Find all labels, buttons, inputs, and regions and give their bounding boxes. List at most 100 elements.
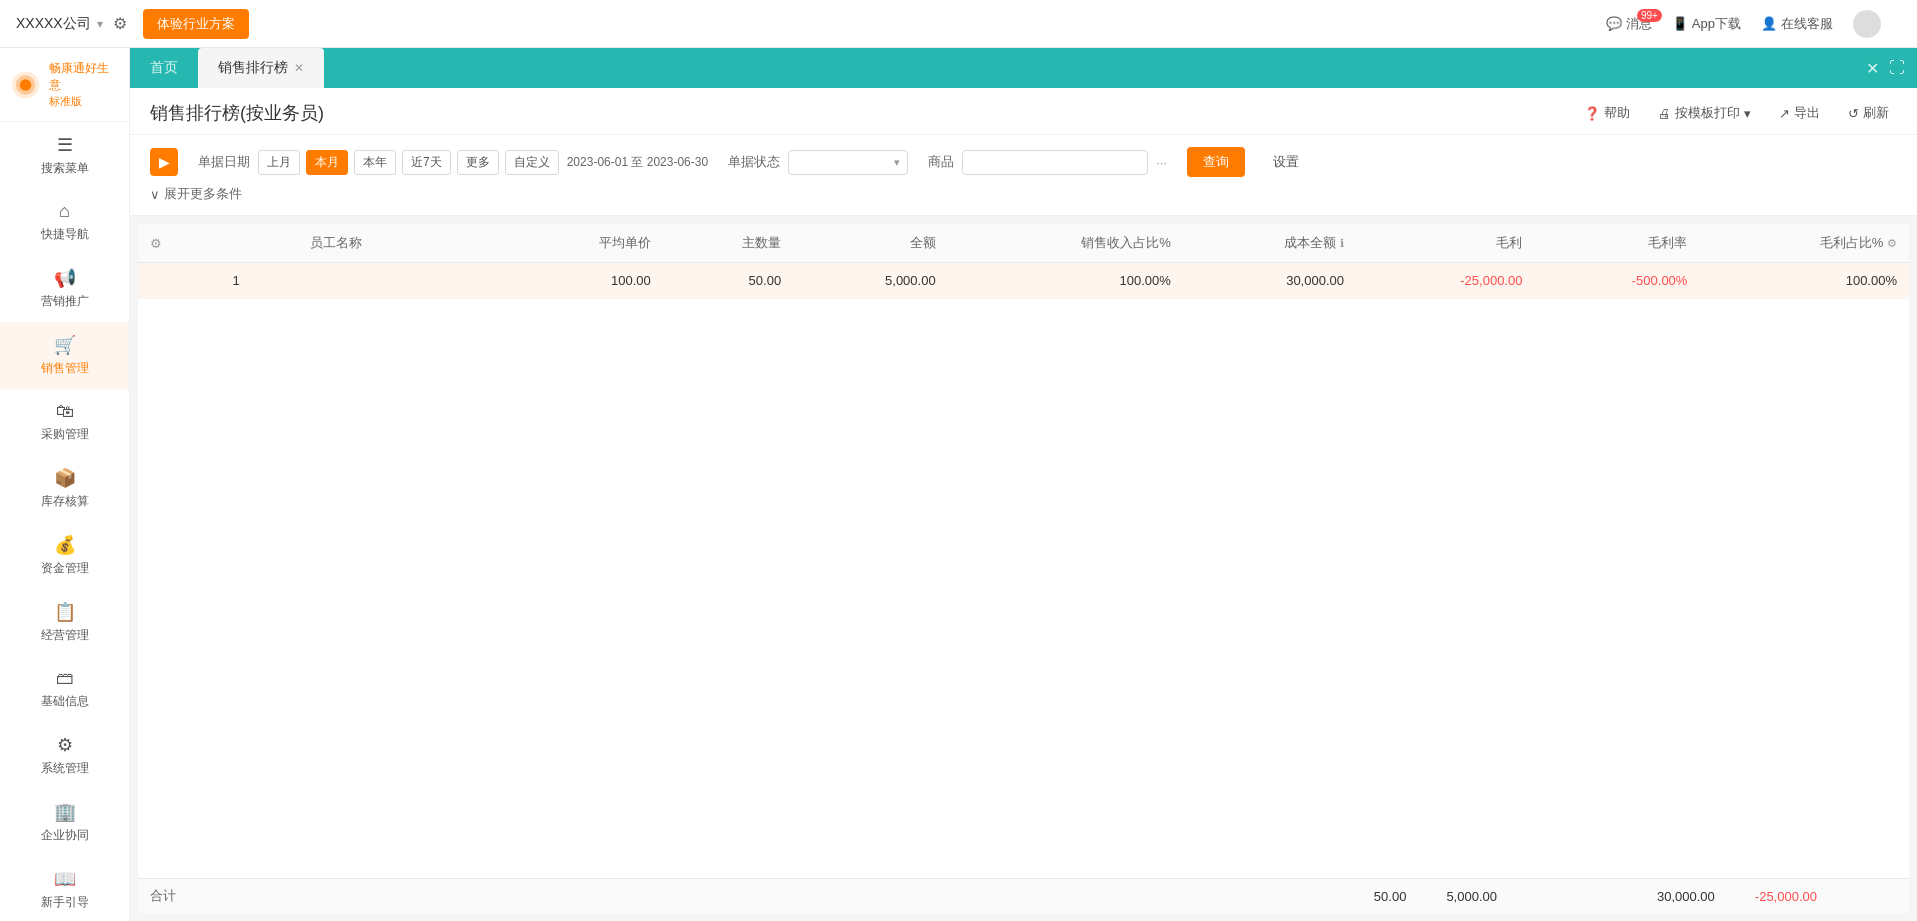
table-container: ⚙ 员工名称 平均单价 主数量 全额 销售收入占比% 成本全额 ℹ 毛利 毛 [138,224,1909,913]
status-filter-label: 单据状态 [728,153,780,171]
app-download-group[interactable]: 📱 App下载 [1672,15,1741,33]
sidebar-item-finance[interactable]: 💰 资金管理 [0,522,129,589]
settings-icon[interactable]: ⚙ [113,14,127,33]
company-name: XXXXX公司 [16,15,91,33]
service-icon: 👤 [1761,16,1777,31]
avatar[interactable] [1853,10,1881,38]
sidebar-item-guide[interactable]: 📖 新手引导 [0,856,129,921]
sidebar-item-operations[interactable]: 📋 经营管理 [0,589,129,656]
refresh-icon: ↺ [1848,106,1859,121]
table-scroll[interactable]: ⚙ 员工名称 平均单价 主数量 全额 销售收入占比% 成本全额 ℹ 毛利 毛 [138,224,1909,878]
tab-home-label: 首页 [150,59,178,77]
print-icon: 🖨 [1658,106,1671,121]
date-range-display: 2023-06-01 至 2023-06-30 [567,154,708,171]
inventory-icon: 📦 [54,467,76,489]
sidebar-label: 快捷导航 [41,226,89,243]
cell-gross-rate: -500.00% [1534,263,1699,299]
download-icon: 📱 [1672,16,1688,31]
enterprise-icon: 🏢 [54,801,76,823]
date-btn-prev-month[interactable]: 上月 [258,150,300,175]
goods-more-icon[interactable]: ··· [1156,155,1167,170]
sidebar-item-basic-info[interactable]: 🗃 基础信息 [0,656,129,722]
col-rank [174,224,298,263]
settings-button[interactable]: 设置 [1265,149,1307,175]
online-service-group[interactable]: 👤 在线客服 [1761,15,1833,33]
tab-close-icon[interactable]: ✕ [294,61,304,75]
expand-label: 展开更多条件 [164,185,242,203]
gross-pct-settings-icon[interactable]: ⚙ [1887,237,1897,249]
tab-expand-icon[interactable]: ⛶ [1889,59,1905,77]
export-button[interactable]: ↗ 导出 [1771,100,1828,126]
sidebar-item-inventory[interactable]: 📦 库存核算 [0,455,129,522]
sidebar-item-search-order[interactable]: ☰ 搜索菜单 [0,122,129,189]
cell-cost: 30,000.00 [1183,263,1356,299]
refresh-button[interactable]: ↺ 刷新 [1840,100,1897,126]
col-gross-rate: 毛利率 [1534,224,1699,263]
tab-home[interactable]: 首页 [130,48,198,88]
col-settings-icon[interactable]: ⚙ [150,236,162,251]
guide-icon: 📖 [54,868,76,890]
sidebar-item-purchase-mgmt[interactable]: 🛍 采购管理 [0,389,129,455]
col-gross-pct: 毛利占比% ⚙ [1699,224,1909,263]
company-selector[interactable]: XXXXX公司 ▾ [16,15,103,33]
date-btn-more[interactable]: 更多 [457,150,499,175]
sidebar-item-enterprise[interactable]: 🏢 企业协同 [0,789,129,856]
date-btn-this-month[interactable]: 本月 [306,150,348,175]
sidebar-label: 营销推广 [41,293,89,310]
cell-main-qty: 50.00 [663,263,793,299]
tab-sales-rank[interactable]: 销售排行榜 ✕ [198,48,324,88]
sidebar-item-quick-nav[interactable]: ⌂ 快捷导航 [0,189,129,255]
export-label: 导出 [1794,104,1820,122]
sidebar-label: 资金管理 [41,560,89,577]
date-btn-custom[interactable]: 自定义 [505,150,559,175]
main-layout: 畅康通好生意 标准版 ☰ 搜索菜单 ⌂ 快捷导航 📢 营销推广 🛒 销售管理 🛍… [0,48,1917,921]
refresh-label: 刷新 [1863,104,1889,122]
query-button[interactable]: 查询 [1187,147,1245,177]
expand-conditions-button[interactable]: ∨ 展开更多条件 [150,185,1897,203]
table-row: 1 100.00 50.00 5,000.00 100.00% 30,000.0… [138,263,1909,299]
expand-chevron-icon: ∨ [150,187,160,202]
filter-bar: ▶ 单据日期 上月 本月 本年 近7天 更多 自定义 2023-06-01 至 … [130,135,1917,216]
date-btn-7days[interactable]: 近7天 [402,150,451,175]
sidebar-label: 采购管理 [41,426,89,443]
tab-bar: 首页 销售排行榜 ✕ ✕ ⛶ [130,48,1917,88]
trial-button[interactable]: 体验行业方案 [143,9,249,39]
col-gross: 毛利 [1356,224,1534,263]
sidebar: 畅康通好生意 标准版 ☰ 搜索菜单 ⌂ 快捷导航 📢 营销推广 🛒 销售管理 🛍… [0,48,130,921]
export-icon: ↗ [1779,106,1790,121]
sidebar-item-system-mgmt[interactable]: ⚙ 系统管理 [0,722,129,789]
page-content: 销售排行榜(按业务员) ❓ 帮助 🖨 按模板打印 ▾ ↗ 导出 [130,88,1917,921]
sidebar-item-sales-mgmt[interactable]: 🛒 销售管理 [0,322,129,389]
date-btn-this-year[interactable]: 本年 [354,150,396,175]
sidebar-label: 基础信息 [41,693,89,710]
template-print-button[interactable]: 🖨 按模板打印 ▾ [1650,100,1759,126]
date-filter-label: 单据日期 [198,153,250,171]
chevron-down-icon: ▾ [97,17,103,31]
search-order-icon: ☰ [57,134,73,156]
cell-gross: -25,000.00 [1356,263,1534,299]
page-actions: ❓ 帮助 🖨 按模板打印 ▾ ↗ 导出 ↺ 刷新 [1576,100,1897,126]
header-right: 💬 消息 99+ 📱 App下载 👤 在线客服 [1606,10,1901,38]
logo-text: 畅康通好生意 标准版 [49,60,119,109]
cost-info-icon[interactable]: ℹ [1340,237,1344,249]
sidebar-label: 搜索菜单 [41,160,89,177]
footer-amount: 5,000.00 [1446,889,1497,904]
cell-amount: 5,000.00 [793,263,948,299]
filter-toggle-button[interactable]: ▶ [150,148,178,176]
help-button[interactable]: ❓ 帮助 [1576,100,1638,126]
print-chevron-icon: ▾ [1744,106,1751,121]
col-amount: 全额 [793,224,948,263]
col-settings: ⚙ [138,224,174,263]
page-header: 销售排行榜(按业务员) ❓ 帮助 🖨 按模板打印 ▾ ↗ 导出 [130,88,1917,135]
app-download-label: App下载 [1692,15,1741,33]
status-select[interactable] [788,150,908,175]
sidebar-item-marketing[interactable]: 📢 营销推广 [0,255,129,322]
table-footer: 合计 50.00 5,000.00 30,000.00 -25,000.00 [138,878,1909,913]
goods-input[interactable] [962,150,1148,175]
finance-icon: 💰 [54,534,76,556]
message-group[interactable]: 💬 消息 99+ [1606,15,1652,33]
tab-close-window-icon[interactable]: ✕ [1866,59,1879,78]
tab-sales-rank-label: 销售排行榜 [218,59,288,77]
table-header-row: ⚙ 员工名称 平均单价 主数量 全额 销售收入占比% 成本全额 ℹ 毛利 毛 [138,224,1909,263]
col-cost: 成本全额 ℹ [1183,224,1356,263]
